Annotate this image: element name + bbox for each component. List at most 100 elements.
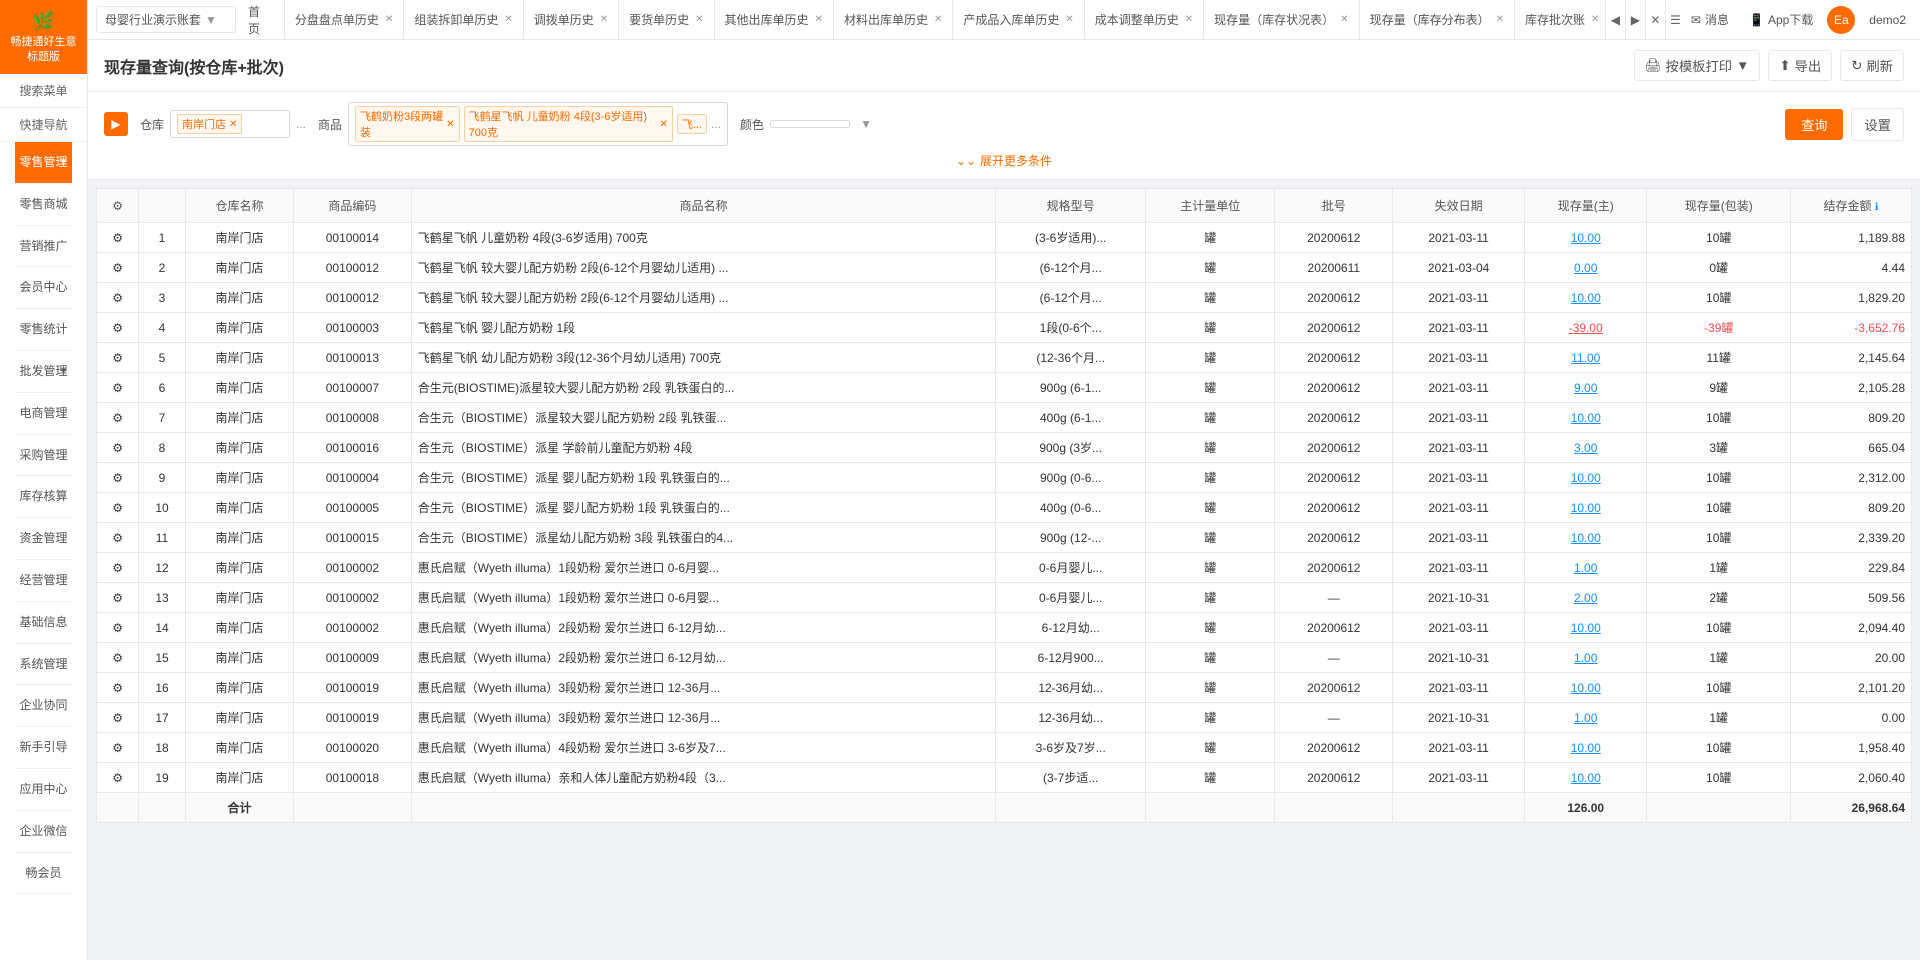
stock-main-cell[interactable]: 9.00 <box>1525 373 1647 403</box>
tabs-next-btn[interactable]: ▶ <box>1625 0 1645 40</box>
gear-cell[interactable]: ⚙ <box>97 463 139 493</box>
col-balance[interactable]: 结存金额 ℹ <box>1791 189 1912 223</box>
stock-main-cell[interactable]: 1.00 <box>1525 643 1647 673</box>
warehouse-tag-close[interactable]: ✕ <box>229 119 237 130</box>
gear-cell[interactable]: ⚙ <box>97 703 139 733</box>
gear-cell[interactable]: ⚙ <box>97 583 139 613</box>
stock-main-cell[interactable]: 1.00 <box>1525 703 1647 733</box>
tab-close-3[interactable]: ✕ <box>695 14 703 25</box>
template-print-btn[interactable]: 🖨 按模板打印 ▼ <box>1634 50 1761 81</box>
gear-cell[interactable]: ⚙ <box>97 403 139 433</box>
gear-cell[interactable]: ⚙ <box>97 643 139 673</box>
tab-4[interactable]: 其他出库单历史✕ <box>715 0 834 40</box>
stock-main-cell[interactable]: 1.00 <box>1525 553 1647 583</box>
tabs-prev-btn[interactable]: ◀ <box>1605 0 1625 40</box>
gear-cell[interactable]: ⚙ <box>97 763 139 793</box>
product-tag-1[interactable]: 飞鹤奶粉3段两罐装 ✕ <box>355 106 460 142</box>
gear-cell[interactable]: ⚙ <box>97 283 139 313</box>
gear-cell[interactable]: ⚙ <box>97 553 139 583</box>
col-batch[interactable]: 批号 <box>1275 189 1393 223</box>
sidebar-item-7[interactable]: 采购管理 <box>15 435 71 477</box>
col-stock-main[interactable]: 现存量(主) <box>1525 189 1647 223</box>
tab-close-6[interactable]: ✕ <box>1065 14 1073 25</box>
tab-close-2[interactable]: ✕ <box>600 14 608 25</box>
sidebar-item-6[interactable]: 电商管理 <box>15 393 71 435</box>
sidebar-item-15[interactable]: 应用中心 <box>15 769 71 811</box>
sidebar-item-14[interactable]: 新手引导 <box>15 727 71 769</box>
user-name-btn[interactable]: demo2 <box>1863 9 1912 31</box>
tab-6[interactable]: 产成品入库单历史✕ <box>953 0 1084 40</box>
tab-home[interactable]: 首页 <box>236 0 285 40</box>
gear-cell[interactable]: ⚙ <box>97 223 139 253</box>
col-unit[interactable]: 主计量单位 <box>1145 189 1274 223</box>
warehouse-tag-group[interactable]: 南岸门店 ✕ <box>170 110 290 138</box>
stock-main-cell[interactable]: -39.00 <box>1525 313 1647 343</box>
stock-main-cell[interactable]: 10.00 <box>1525 763 1647 793</box>
stock-main-cell[interactable]: 10.00 <box>1525 673 1647 703</box>
filter-toggle-btn[interactable]: ▶ <box>104 112 128 136</box>
user-avatar[interactable]: Ea <box>1827 6 1855 34</box>
sidebar-quick-nav[interactable]: 快捷导航 <box>0 108 87 142</box>
product-tag-3[interactable]: 飞... <box>677 114 707 134</box>
sidebar-item-0[interactable]: 零售管理 <box>15 142 71 184</box>
tab-close-0[interactable]: ✕ <box>385 14 393 25</box>
tab-9[interactable]: 现存量（库存分布表）✕ <box>1360 0 1515 40</box>
sidebar-item-2[interactable]: 营销推广 <box>15 226 71 268</box>
balance-info-icon[interactable]: ℹ <box>1875 202 1879 213</box>
col-stock-pkg[interactable]: 现存量(包装) <box>1647 189 1791 223</box>
col-expiry[interactable]: 失效日期 <box>1393 189 1525 223</box>
stock-main-cell[interactable]: 10.00 <box>1525 733 1647 763</box>
stock-main-cell[interactable]: 11.00 <box>1525 343 1647 373</box>
warehouse-tag-1[interactable]: 南岸门店 ✕ <box>177 114 242 134</box>
stock-main-cell[interactable]: 3.00 <box>1525 433 1647 463</box>
tab-close-5[interactable]: ✕ <box>934 14 942 25</box>
tab-10[interactable]: 库存批次账✕ <box>1515 0 1605 40</box>
tab-close-7[interactable]: ✕ <box>1185 14 1193 25</box>
sidebar-item-1[interactable]: 零售商城 <box>15 184 71 226</box>
stock-main-cell[interactable]: 2.00 <box>1525 583 1647 613</box>
stock-main-cell[interactable]: 10.00 <box>1525 613 1647 643</box>
tab-close-8[interactable]: ✕ <box>1340 14 1348 25</box>
stock-main-cell[interactable]: 0.00 <box>1525 253 1647 283</box>
color-tag-group[interactable] <box>770 120 850 128</box>
sidebar-item-11[interactable]: 基础信息 <box>15 602 71 644</box>
tab-close-10[interactable]: ✕ <box>1591 14 1599 25</box>
tab-5[interactable]: 材料出库单历史✕ <box>834 0 953 40</box>
sidebar-item-17[interactable]: 畅会员 <box>15 853 71 895</box>
sidebar-item-13[interactable]: 企业协同 <box>15 685 71 727</box>
sidebar-item-3[interactable]: 会员中心 <box>15 267 71 309</box>
tab-8[interactable]: 现存量（库存状况表）✕ <box>1204 0 1359 40</box>
message-btn[interactable]: ✉ 消息 <box>1685 7 1735 32</box>
query-btn[interactable]: 查询 <box>1785 109 1843 140</box>
gear-cell[interactable]: ⚙ <box>97 373 139 403</box>
product-tag-1-close[interactable]: ✕ <box>446 119 454 130</box>
tab-7[interactable]: 成本调整单历史✕ <box>1085 0 1204 40</box>
store-selector[interactable]: 母婴行业演示账套 ▼ <box>96 6 236 33</box>
gear-cell[interactable]: ⚙ <box>97 673 139 703</box>
col-gear[interactable]: ⚙ <box>97 189 139 223</box>
col-name[interactable]: 商品名称 <box>411 189 996 223</box>
stock-main-cell[interactable]: 10.00 <box>1525 463 1647 493</box>
expand-more-btn[interactable]: ⌄⌄ 展开更多条件 <box>104 152 1904 169</box>
tab-1[interactable]: 组装拆卸单历史✕ <box>404 0 523 40</box>
sidebar-item-12[interactable]: 系统管理 <box>15 644 71 686</box>
gear-cell[interactable]: ⚙ <box>97 433 139 463</box>
gear-cell[interactable]: ⚙ <box>97 733 139 763</box>
tab-close-4[interactable]: ✕ <box>815 14 823 25</box>
sidebar-search-item[interactable]: 搜索菜单 <box>0 74 87 108</box>
settings-btn[interactable]: 设置 <box>1851 108 1904 141</box>
tab-0[interactable]: 分盘盘点单历史✕ <box>285 0 404 40</box>
sidebar-item-5[interactable]: 批发管理 <box>15 351 71 393</box>
stock-main-cell[interactable]: 10.00 <box>1525 283 1647 313</box>
product-tag-2[interactable]: 飞鹤星飞帆 儿童奶粉 4段(3-6岁适用) 700克 ✕ <box>464 106 673 142</box>
tab-close-1[interactable]: ✕ <box>504 14 512 25</box>
product-tag-2-close[interactable]: ✕ <box>659 119 667 130</box>
sidebar-item-10[interactable]: 经营管理 <box>15 560 71 602</box>
tab-close-9[interactable]: ✕ <box>1496 14 1504 25</box>
tabs-menu-btn[interactable]: ☰ <box>1665 0 1685 40</box>
col-warehouse[interactable]: 仓库名称 <box>185 189 293 223</box>
stock-main-cell[interactable]: 10.00 <box>1525 523 1647 553</box>
gear-cell[interactable]: ⚙ <box>97 313 139 343</box>
gear-cell[interactable]: ⚙ <box>97 523 139 553</box>
stock-main-cell[interactable]: 10.00 <box>1525 223 1647 253</box>
